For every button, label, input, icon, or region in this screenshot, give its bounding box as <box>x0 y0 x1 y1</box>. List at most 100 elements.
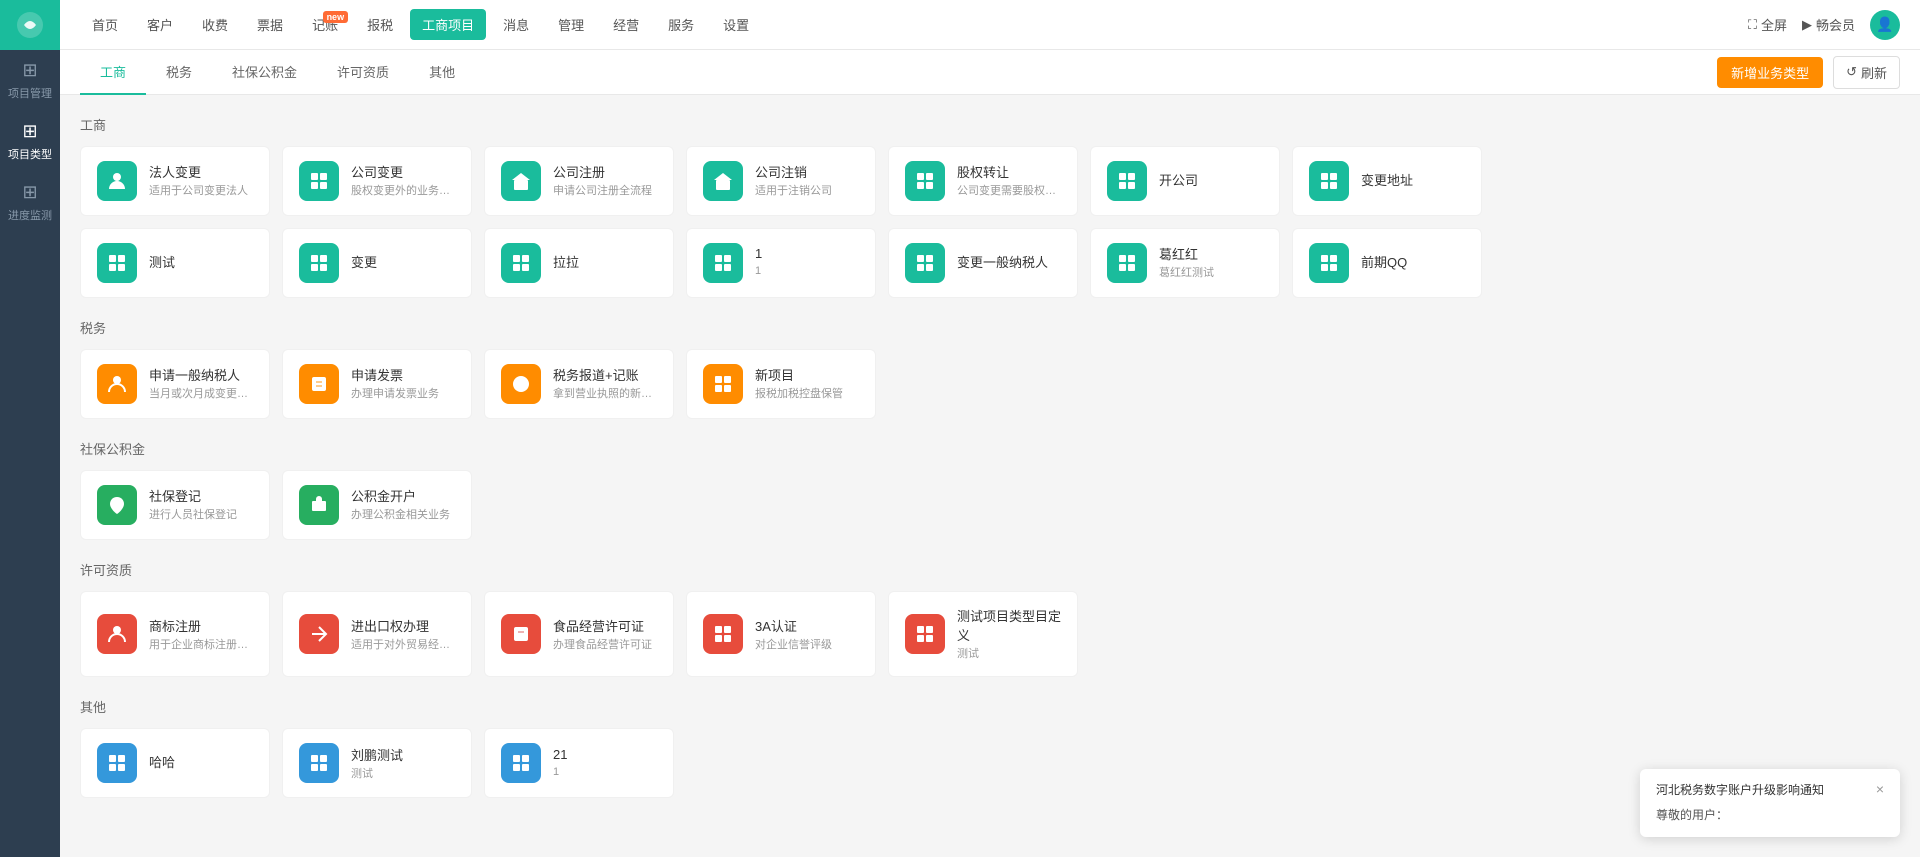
card-desc-twentyone: 1 <box>553 765 657 780</box>
card-text-shenqing-nashuiren: 申请一般纳税人 当月或次月成变更完成 <box>149 365 253 402</box>
card-jinchukou[interactable]: 进出口权办理 适用于对外贸易经营者 <box>282 591 472 677</box>
tab-actions: 新增业务类型 ↺ 刷新 <box>1717 56 1900 89</box>
card-title-gongsi-zhuce: 公司注册 <box>553 162 657 181</box>
card-icon-shuiwu-baodao: ¥ <box>501 364 541 404</box>
card-liupeng-ceshi[interactable]: 刘鹏测试 测试 <box>282 728 472 798</box>
sidebar-item-project-type[interactable]: ⊞ 项目类型 <box>0 111 60 172</box>
card-title-gongsi-zhuxiao: 公司注销 <box>755 162 859 181</box>
tab-shebao[interactable]: 社保公积金 <box>212 50 317 95</box>
card-gongsi-biangeng[interactable]: 公司变更 股权变更外的业务变更 <box>282 146 472 216</box>
tab-shuiwu[interactable]: 税务 <box>146 50 212 95</box>
card-3a-renzheng[interactable]: 3A认证 对企业信誉评级 <box>686 591 876 677</box>
nav-bizproject[interactable]: 工商项目 <box>410 9 486 40</box>
card-shangbiao-zhuce[interactable]: 商标注册 用于企业商标注册服务 <box>80 591 270 677</box>
card-shenqing-nashuiren[interactable]: 申请一般纳税人 当月或次月成变更完成 <box>80 349 270 419</box>
card-text-qianqi-qq: 前期QQ <box>1361 252 1465 274</box>
card-text-shuiwu-baodao: 税务报道+记账 拿到营业执照的新公司 <box>553 365 657 402</box>
card-title-shenqing-fapiao: 申请发票 <box>351 365 455 384</box>
card-biangeng-nashuiren[interactable]: 变更一般纳税人 <box>888 228 1078 298</box>
nav-tax[interactable]: 报税 <box>355 9 405 40</box>
card-desc-gongsi-zhuce: 申请公司注册全流程 <box>553 184 657 199</box>
card-desc-ceshi-type: 测试 <box>957 647 1061 662</box>
card-icon-shipin-jingying <box>501 614 541 654</box>
card-text-manghonghong: 葛红红 葛红红测试 <box>1159 244 1263 281</box>
card-ceshi[interactable]: 测试 <box>80 228 270 298</box>
avatar-icon: 👤 <box>1876 16 1893 33</box>
nav-billing[interactable]: 收费 <box>190 9 240 40</box>
card-title-shangbiao-zhuce: 商标注册 <box>149 616 253 635</box>
card-desc-gongjijin-kaihu: 办理公积金相关业务 <box>351 508 455 523</box>
new-type-button[interactable]: 新增业务类型 <box>1717 57 1823 88</box>
nav-operation[interactable]: 经营 <box>601 9 651 40</box>
card-text-shenqing-fapiao: 申请发票 办理申请发票业务 <box>351 365 455 402</box>
member-btn[interactable]: ▶ 畅会员 <box>1802 15 1855 34</box>
card-title-biangeng2: 变更 <box>351 252 455 271</box>
card-text-guquan-zhuanrang: 股权转让 公司变更需要股权转让 <box>957 162 1061 199</box>
nav-accounting[interactable]: 记账 new <box>300 9 350 40</box>
card-desc-shenqing-nashuiren: 当月或次月成变更完成 <box>149 387 253 402</box>
card-desc-shipin-jingying: 办理食品经营许可证 <box>553 638 657 653</box>
card-title-biangeng-nashuiren: 变更一般纳税人 <box>957 252 1061 271</box>
nav-management[interactable]: 管理 <box>546 9 596 40</box>
card-kai-gongsi[interactable]: 开公司 <box>1090 146 1280 216</box>
tab-bar: 工商 税务 社保公积金 许可资质 其他 新增业务类型 ↺ 刷新 <box>60 50 1920 95</box>
card-ceshi-type[interactable]: 测试项目类型目定义 测试 <box>888 591 1078 677</box>
card-qianqi-qq[interactable]: 前期QQ <box>1292 228 1482 298</box>
tab-gongshang[interactable]: 工商 <box>80 50 146 95</box>
card-icon-ceshi <box>97 243 137 283</box>
card-text-shipin-jingying: 食品经营许可证 办理食品经营许可证 <box>553 616 657 653</box>
card-xin-xiangmu[interactable]: 新项目 报税加税控盘保管 <box>686 349 876 419</box>
card-gongsi-zhuxiao[interactable]: 公司注销 适用于注销公司 <box>686 146 876 216</box>
card-shuiwu-baodao[interactable]: ¥ 税务报道+记账 拿到营业执照的新公司 <box>484 349 674 419</box>
card-desc-liupeng-ceshi: 测试 <box>351 767 455 782</box>
card-haha[interactable]: 哈哈 <box>80 728 270 798</box>
card-title-twentyone: 21 <box>553 747 657 762</box>
card-one[interactable]: 1 1 <box>686 228 876 298</box>
card-icon-haha <box>97 743 137 783</box>
card-manghonghong[interactable]: 葛红红 葛红红测试 <box>1090 228 1280 298</box>
sidebar-item-progress-monitor[interactable]: ⊞ 进度监测 <box>0 172 60 233</box>
avatar[interactable]: 👤 <box>1870 10 1900 40</box>
card-biangeng2[interactable]: 变更 <box>282 228 472 298</box>
card-icon-twentyone <box>501 743 541 783</box>
refresh-button[interactable]: ↺ 刷新 <box>1833 56 1900 89</box>
sidebar-item-project-mgmt[interactable]: ⊞ 项目管理 <box>0 50 60 111</box>
card-desc-shangbiao-zhuce: 用于企业商标注册服务 <box>149 638 253 653</box>
card-title-haha: 哈哈 <box>149 752 253 771</box>
card-gongsi-zhuce[interactable]: 公司注册 申请公司注册全流程 <box>484 146 674 216</box>
cards-grid-shebao: 社保登记 进行人员社保登记 公积金开户 办理公积金相关业务 <box>80 470 1900 540</box>
card-shenqing-fapiao[interactable]: 申请发票 办理申请发票业务 <box>282 349 472 419</box>
fullscreen-icon: ⛶ <box>1748 17 1757 33</box>
nav-messages[interactable]: 消息 <box>491 9 541 40</box>
nav-services[interactable]: 服务 <box>656 9 706 40</box>
cards-grid-xuke: 商标注册 用于企业商标注册服务 进出口权办理 适用于对外贸易经营者 <box>80 591 1900 677</box>
card-desc-shuiwu-baodao: 拿到营业执照的新公司 <box>553 387 657 402</box>
nav-home[interactable]: 首页 <box>80 9 130 40</box>
card-shipin-jingying[interactable]: 食品经营许可证 办理食品经营许可证 <box>484 591 674 677</box>
sidebar-logo[interactable] <box>0 0 60 50</box>
notification-close-btn[interactable]: × <box>1876 781 1884 797</box>
card-biangeng-dizhi[interactable]: 变更地址 <box>1292 146 1482 216</box>
card-icon-biangeng-nashuiren <box>905 243 945 283</box>
tab-other[interactable]: 其他 <box>409 50 475 95</box>
card-icon-jinchukou <box>299 614 339 654</box>
nav-customer[interactable]: 客户 <box>135 9 185 40</box>
notification-header: 河北税务数字账户升级影响通知 × <box>1656 781 1884 798</box>
cards-grid-shuiwu: 申请一般纳税人 当月或次月成变更完成 申请发票 办理申请发票业务 ¥ <box>80 349 1900 419</box>
card-lala[interactable]: 拉拉 <box>484 228 674 298</box>
fullscreen-btn[interactable]: ⛶ 全屏 <box>1748 15 1787 34</box>
card-title-shuiwu-baodao: 税务报道+记账 <box>553 365 657 384</box>
card-text-one: 1 1 <box>755 246 859 279</box>
tab-xuke[interactable]: 许可资质 <box>317 50 409 95</box>
card-shebao-dengji[interactable]: 社保登记 进行人员社保登记 <box>80 470 270 540</box>
card-twentyone[interactable]: 21 1 <box>484 728 674 798</box>
card-icon-xin-xiangmu <box>703 364 743 404</box>
card-text-fagui: 法人变更 适用于公司变更法人 <box>149 162 253 199</box>
card-icon-shenqing-nashuiren <box>97 364 137 404</box>
card-icon-fagui <box>97 161 137 201</box>
card-guquan-zhuanrang[interactable]: 股权转让 公司变更需要股权转让 <box>888 146 1078 216</box>
nav-settings[interactable]: 设置 <box>711 9 761 40</box>
card-fagui[interactable]: 法人变更 适用于公司变更法人 <box>80 146 270 216</box>
nav-tickets[interactable]: 票据 <box>245 9 295 40</box>
card-gongjijin-kaihu[interactable]: 公积金开户 办理公积金相关业务 <box>282 470 472 540</box>
